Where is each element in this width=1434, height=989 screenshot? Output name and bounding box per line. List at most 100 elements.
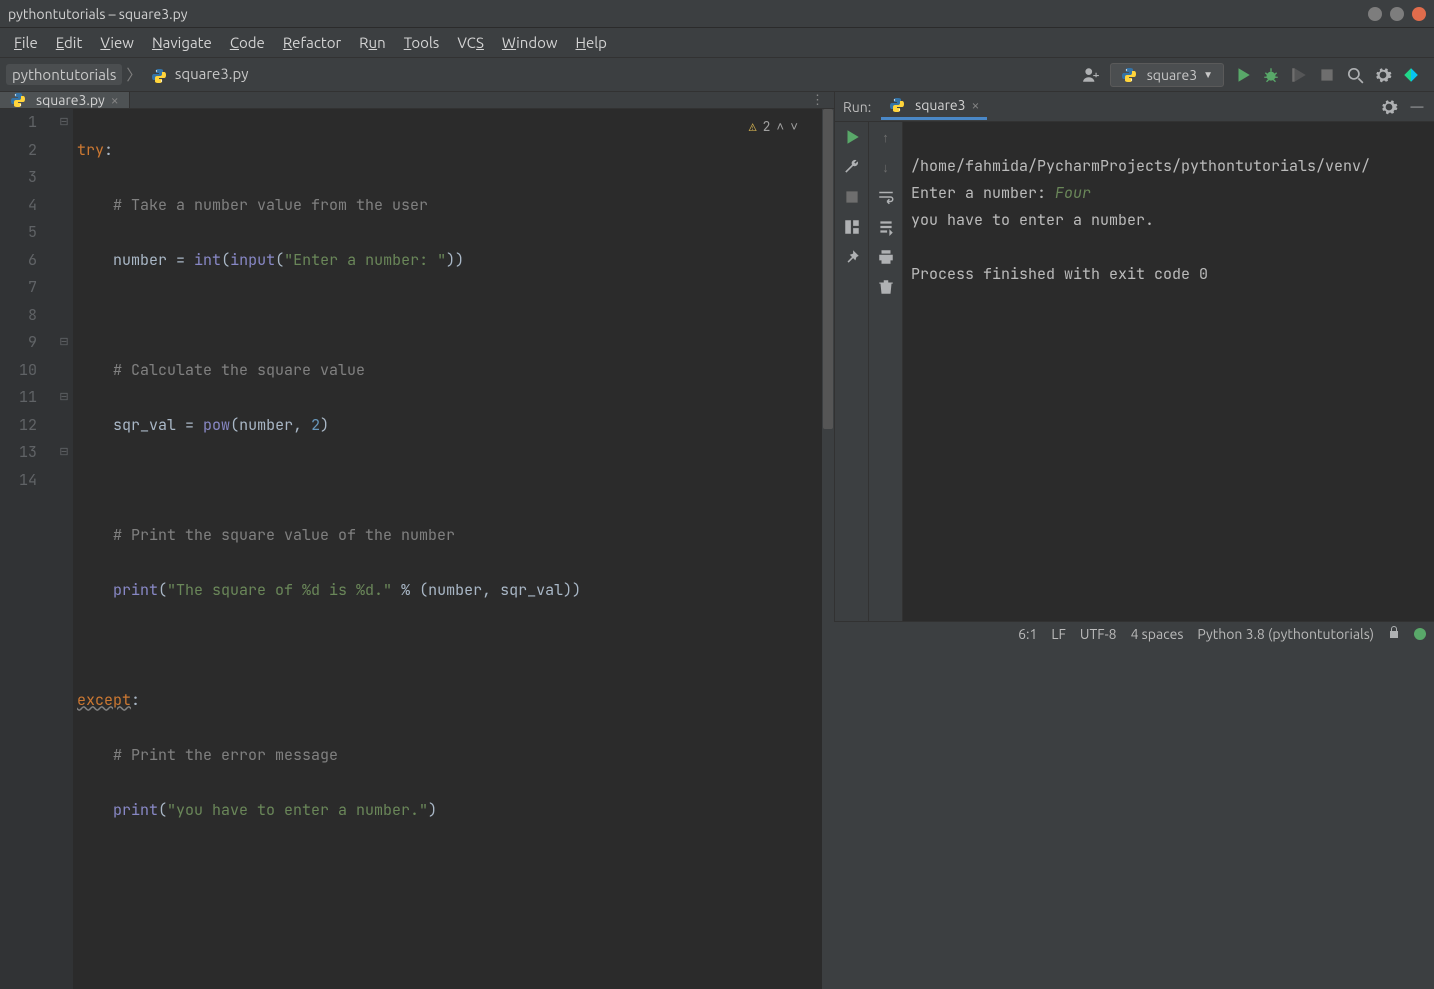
code-area[interactable]: try: # Take a number value from the user… (73, 109, 834, 989)
fold-end-marker[interactable]: ⊟ (55, 329, 73, 357)
window-controls (1368, 7, 1426, 21)
breadcrumb-root[interactable]: pythontutorials (6, 64, 122, 85)
maximize-button[interactable] (1390, 7, 1404, 21)
line-number: 13 (0, 439, 37, 467)
close-tab-icon[interactable]: × (111, 92, 119, 108)
search-icon[interactable] (1346, 66, 1364, 84)
run-toolbar-primary (835, 122, 869, 621)
menu-tools[interactable]: Tools (396, 30, 448, 55)
run-config-label: square3 (1147, 67, 1197, 83)
menu-view[interactable]: View (92, 30, 142, 55)
line-number: 6 (0, 247, 37, 275)
gear-icon[interactable] (1380, 98, 1398, 116)
gear-icon[interactable] (1374, 66, 1392, 84)
chevron-up-icon[interactable]: ˄ (776, 113, 784, 141)
run-config-selector[interactable]: square3 ▼ (1110, 63, 1224, 87)
inspection-widget[interactable]: ⚠ 2 ˄ ˅ (749, 113, 798, 141)
editor-tab-label: square3.py (36, 92, 105, 108)
title-bar: pythontutorials – square3.py (0, 0, 1434, 28)
menu-navigate[interactable]: Navigate (144, 30, 220, 55)
line-number: 5 (0, 219, 37, 247)
menu-code[interactable]: Code (222, 30, 273, 55)
editor-tabs: square3.py × ⋮ (0, 92, 834, 109)
line-number: 7 (0, 274, 37, 302)
status-indent[interactable]: 4 spaces (1131, 626, 1184, 642)
menu-vcs[interactable]: VCS (449, 30, 492, 55)
line-number: 11 (0, 384, 37, 412)
console-line: /home/fahmida/PycharmProjects/pythontuto… (911, 156, 1370, 176)
line-number: 8 (0, 302, 37, 330)
add-config-icon[interactable] (1082, 66, 1100, 84)
breadcrumb-file[interactable]: square3.py (145, 63, 254, 85)
run-body: ↑ ↓ /home/fahmida/PycharmProjects/python… (835, 122, 1434, 621)
scroll-end-icon[interactable] (877, 218, 895, 236)
lock-icon[interactable] (1388, 625, 1400, 642)
fold-marker[interactable]: ⊟ (55, 384, 73, 412)
pin-icon[interactable] (843, 248, 861, 266)
chevron-down-icon: ▼ (1203, 69, 1213, 81)
menu-run[interactable]: Run (351, 30, 394, 55)
menu-help[interactable]: Help (568, 30, 615, 55)
console-line: Enter a number: (911, 183, 1055, 203)
menu-edit[interactable]: Edit (48, 30, 91, 55)
menu-refactor[interactable]: Refactor (275, 30, 349, 55)
close-button[interactable] (1412, 7, 1426, 21)
chevron-down-icon[interactable]: ˅ (790, 113, 798, 141)
layout-icon[interactable] (843, 218, 861, 236)
console-output[interactable]: /home/fahmida/PycharmProjects/pythontuto… (903, 122, 1434, 621)
menu-file[interactable]: File (6, 30, 46, 55)
wrench-icon[interactable] (843, 158, 861, 176)
line-number: 12 (0, 412, 37, 440)
menu-window[interactable]: Window (494, 30, 566, 55)
warning-icon: ⚠ (749, 113, 757, 141)
status-interpreter[interactable]: Python 3.8 (pythontutorials) (1197, 626, 1374, 642)
line-number: 9 (0, 329, 37, 357)
navigation-bar: pythontutorials 〉 square3.py square3 ▼ (0, 58, 1434, 92)
line-number: 3 (0, 164, 37, 192)
console-user-input: Four (1055, 183, 1091, 203)
up-arrow-icon[interactable]: ↑ (877, 128, 895, 146)
stop-button[interactable] (1318, 66, 1336, 84)
run-button[interactable] (1234, 66, 1252, 84)
run-pane: Run: square3 × — ↑ ↓ (835, 92, 1434, 621)
soft-wrap-icon[interactable] (877, 188, 895, 206)
status-ok-icon[interactable] (1414, 628, 1426, 640)
close-run-tab-icon[interactable]: × (972, 97, 980, 113)
run-label: Run: (843, 99, 871, 115)
line-number: 14 (0, 467, 37, 495)
print-icon[interactable] (877, 248, 895, 266)
editor-pane: square3.py × ⋮ 1 2 3 4 5 6 7 8 9 10 11 1… (0, 92, 835, 621)
toolbar-right: square3 ▼ (1082, 63, 1428, 87)
fold-marker[interactable]: ⊟ (55, 109, 73, 137)
ide-brand-icon[interactable] (1402, 66, 1420, 84)
main-split: square3.py × ⋮ 1 2 3 4 5 6 7 8 9 10 11 1… (0, 92, 1434, 621)
line-number: 2 (0, 137, 37, 165)
console-line: Process finished with exit code 0 (911, 264, 1208, 284)
editor-tab-square3[interactable]: square3.py × (0, 92, 130, 108)
rerun-icon[interactable] (843, 128, 861, 146)
breadcrumb-file-label: square3.py (175, 65, 249, 82)
line-number: 10 (0, 357, 37, 385)
line-number: 1 (0, 109, 37, 137)
editor-scrollbar[interactable] (822, 109, 834, 989)
status-encoding[interactable]: UTF-8 (1080, 626, 1117, 642)
debug-button[interactable] (1262, 66, 1280, 84)
python-file-icon (151, 68, 167, 84)
minimize-panel-icon[interactable]: — (1408, 98, 1426, 116)
stop-icon[interactable] (843, 188, 861, 206)
editor-more-icon[interactable]: ⋮ (801, 92, 834, 108)
run-toolbar-secondary: ↑ ↓ (869, 122, 903, 621)
run-tab-label: square3 (915, 97, 965, 113)
coverage-button[interactable] (1290, 66, 1308, 84)
run-tab-square3[interactable]: square3 × (881, 93, 987, 120)
down-arrow-icon[interactable]: ↓ (877, 158, 895, 176)
minimize-button[interactable] (1368, 7, 1382, 21)
fold-end-marker[interactable]: ⊟ (55, 439, 73, 467)
status-line-sep[interactable]: LF (1051, 626, 1066, 642)
line-gutter: 1 2 3 4 5 6 7 8 9 10 11 12 13 14 (0, 109, 55, 989)
editor-body[interactable]: 1 2 3 4 5 6 7 8 9 10 11 12 13 14 ⊟ ⊟ ⊟ (0, 109, 834, 989)
trash-icon[interactable] (877, 278, 895, 296)
inspection-count: 2 (763, 113, 771, 141)
status-cursor-pos[interactable]: 6:1 (1018, 626, 1037, 642)
python-file-icon (10, 92, 26, 108)
